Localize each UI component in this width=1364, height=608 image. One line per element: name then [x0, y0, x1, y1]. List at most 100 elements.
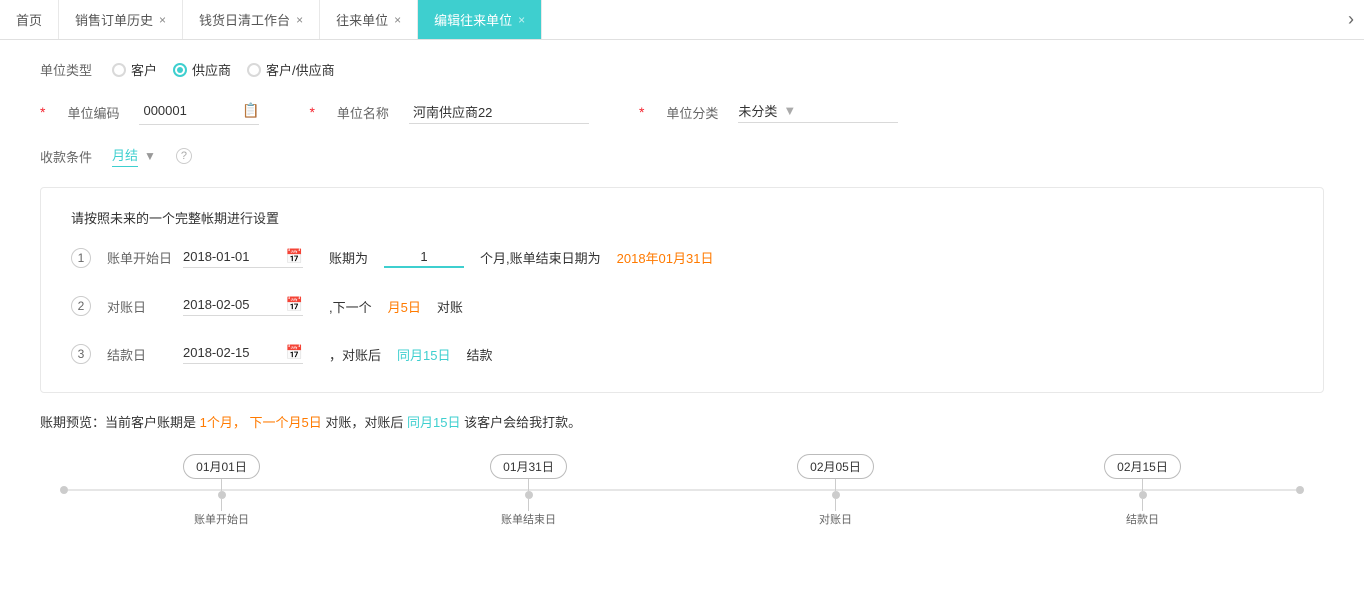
preview-suffix: 该客户会给我打款。 [464, 415, 581, 430]
row2-desc-prefix: ,下一个 [329, 297, 372, 316]
payment-help-icon[interactable]: ? [176, 148, 192, 164]
radio-both[interactable]: 客户/供应商 [247, 60, 335, 79]
payment-terms-value: 月结 [112, 145, 138, 167]
row3-date-wrapper: 📅 [183, 344, 303, 364]
row2-date-wrapper: 📅 [183, 296, 303, 316]
tab-sales-history[interactable]: 销售订单历史 × [59, 0, 183, 39]
radio-both-label: 客户/供应商 [266, 60, 335, 79]
tab-sales-history-close[interactable]: × [159, 13, 166, 27]
settings-box: 请按照未来的一个完整帐期进行设置 1 账单开始日 📅 账期为 个月,账单结束日期… [40, 187, 1324, 393]
timeline-connector-2 [528, 479, 529, 491]
unit-name-input[interactable] [409, 100, 589, 124]
row2-desc-suffix: 对账 [437, 297, 463, 316]
tab-more-button[interactable]: › [1338, 0, 1364, 39]
preview-part1: 1个月， [200, 415, 246, 430]
row1-label: 账单开始日 [107, 248, 167, 267]
timeline-label-4: 结款日 [1126, 511, 1159, 527]
radio-supplier[interactable]: 供应商 [173, 60, 231, 79]
timeline-connector-4 [1142, 479, 1143, 491]
unit-category-label: 单位分类 [666, 103, 718, 122]
row-num-1: 1 [71, 248, 91, 268]
timeline-main: 01月01日 账单开始日 01月31日 账单结束日 02月05日 [68, 454, 1296, 527]
unit-category-arrow: ▼ [783, 103, 796, 118]
timeline-wrapper: 01月01日 账单开始日 01月31日 账单结束日 02月05日 [40, 454, 1324, 527]
unit-type-row: 单位类型 客户 供应商 客户/供应商 [40, 60, 1324, 79]
unit-code-input[interactable] [139, 99, 242, 122]
row1-date-wrapper: 📅 [183, 248, 303, 268]
timeline-connector-4b [1142, 499, 1143, 511]
preview-part2: 下一个月5日 [250, 415, 322, 430]
row3-date-input[interactable] [183, 345, 286, 360]
tab-contacts-close[interactable]: × [394, 13, 401, 27]
unit-type-radio-group: 客户 供应商 客户/供应商 [112, 60, 335, 79]
tab-sales-history-label: 销售订单历史 [75, 10, 153, 29]
row1-period-end-date: 2018年01月31日 [617, 248, 714, 267]
row2-label: 对账日 [107, 297, 167, 316]
timeline-connector-2b [528, 499, 529, 511]
timeline-point-2: 01月31日 账单结束日 [375, 454, 682, 527]
tab-edit-contact-label: 编辑往来单位 [434, 10, 512, 29]
timeline-point-3: 02月05日 对账日 [682, 454, 989, 527]
timeline-point-4: 02月15日 结款日 [989, 454, 1296, 527]
unit-name-label: 单位名称 [337, 103, 389, 122]
timeline-date-1: 01月01日 [183, 454, 260, 479]
timeline-date-3: 02月05日 [797, 454, 874, 479]
timeline-point-1: 01月01日 账单开始日 [68, 454, 375, 527]
timeline-label-3: 对账日 [819, 511, 852, 527]
row2-calendar-icon[interactable]: 📅 [286, 296, 303, 313]
radio-customer[interactable]: 客户 [112, 60, 157, 79]
unit-code-label: 单位编码 [67, 103, 119, 122]
row-num-2: 2 [71, 296, 91, 316]
row3-desc-prefix: ，对账后 [329, 345, 381, 364]
timeline-dot-4 [1139, 491, 1147, 499]
tab-edit-contact[interactable]: 编辑往来单位 × [418, 0, 542, 39]
timeline-connector-3b [835, 499, 836, 511]
unit-category-value: 未分类 [738, 101, 777, 120]
setting-row-2: 2 对账日 📅 ,下一个 月5日 对账 [71, 296, 1293, 316]
timeline-left-end-dot [60, 486, 68, 494]
row3-calendar-icon[interactable]: 📅 [286, 344, 303, 361]
timeline-connector-3 [835, 479, 836, 491]
row1-date-input[interactable] [183, 249, 286, 264]
unit-info-row: * 单位编码 📋 * 单位名称 * 单位分类 未分类 ▼ [40, 99, 1324, 125]
tab-edit-contact-close[interactable]: × [518, 13, 525, 27]
payment-terms-row: 收款条件 月结 ▼ ? [40, 145, 1324, 167]
unit-code-icon[interactable]: 📋 [242, 102, 259, 119]
row3-highlight: 同月15日 [397, 345, 450, 364]
radio-customer-label: 客户 [131, 60, 157, 79]
tab-cash-work[interactable]: 钱货日清工作台 × [183, 0, 320, 39]
radio-customer-circle [112, 63, 126, 77]
timeline-date-2: 01月31日 [490, 454, 567, 479]
preview-text: 账期预览：当前客户账期是 1个月， 下一个月5日 对账，对账后 同月15日 该客… [40, 413, 1324, 434]
tab-contacts-label: 往来单位 [336, 10, 388, 29]
row2-date-input[interactable] [183, 297, 286, 312]
code-required: * [40, 104, 45, 120]
row2-highlight: 月5日 [388, 297, 421, 316]
row1-calendar-icon[interactable]: 📅 [286, 248, 303, 265]
tab-cash-work-close[interactable]: × [296, 13, 303, 27]
tab-home-label: 首页 [16, 10, 42, 29]
preview-middle: 对账，对账后 [325, 415, 403, 430]
row1-period-input[interactable] [384, 247, 464, 268]
settings-title: 请按照未来的一个完整帐期进行设置 [71, 208, 1293, 227]
radio-both-circle [247, 63, 261, 77]
preview-prefix: 账期预览：当前客户账期是 [40, 415, 196, 430]
tab-cash-work-label: 钱货日清工作台 [199, 10, 290, 29]
unit-category-dropdown[interactable]: 未分类 ▼ [738, 101, 898, 123]
timeline-dot-2 [525, 491, 533, 499]
row3-label: 结款日 [107, 345, 167, 364]
category-required: * [639, 104, 644, 120]
timeline-date-4: 02月15日 [1104, 454, 1181, 479]
radio-supplier-label: 供应商 [192, 60, 231, 79]
payment-terms-label: 收款条件 [40, 147, 92, 166]
setting-row-1: 1 账单开始日 📅 账期为 个月,账单结束日期为 2018年01月31日 [71, 247, 1293, 268]
timeline-dot-1 [218, 491, 226, 499]
tab-contacts[interactable]: 往来单位 × [320, 0, 418, 39]
timeline-dot-3 [832, 491, 840, 499]
preview-part3: 同月15日 [407, 415, 460, 430]
tab-home[interactable]: 首页 [0, 0, 59, 39]
unit-type-label: 单位类型 [40, 60, 92, 79]
name-required: * [309, 104, 314, 120]
row3-desc-suffix: 结款 [466, 345, 492, 364]
payment-terms-dropdown[interactable]: 月结 ▼ [112, 145, 156, 167]
